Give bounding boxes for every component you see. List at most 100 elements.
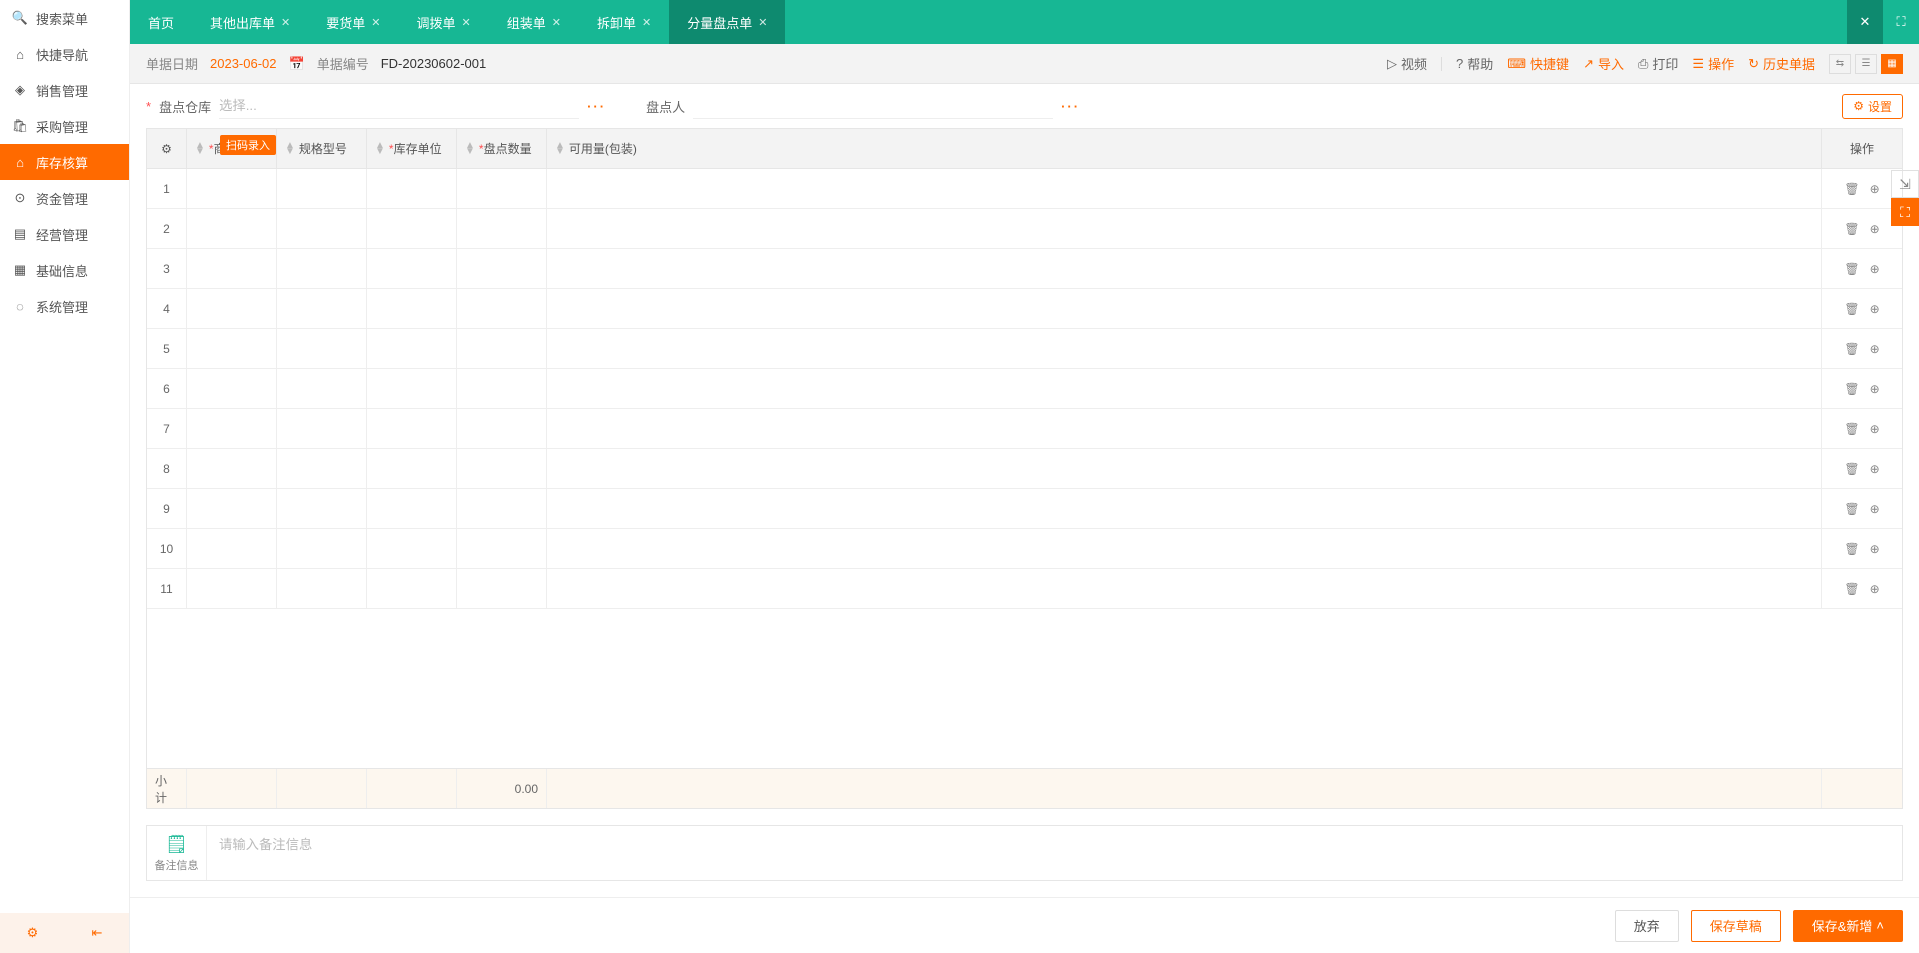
- close-icon[interactable]: ✕: [552, 16, 561, 29]
- delete-icon[interactable]: 🗑: [1844, 502, 1859, 516]
- discard-button[interactable]: 放弃: [1615, 910, 1679, 942]
- add-icon[interactable]: ⊕: [1870, 502, 1880, 516]
- tag-icon: ◈: [12, 82, 28, 98]
- tab[interactable]: 组装单✕: [489, 0, 579, 44]
- delete-icon[interactable]: 🗑: [1844, 542, 1859, 556]
- view-arrows[interactable]: ⇆: [1829, 54, 1851, 74]
- th-code[interactable]: ▲▼ *商品 扫码录入: [187, 129, 277, 168]
- tab[interactable]: 其他出库单✕: [192, 0, 308, 44]
- add-icon[interactable]: ⊕: [1870, 262, 1880, 276]
- table-row[interactable]: 10🗑⊕: [147, 529, 1902, 569]
- history-action[interactable]: ↻历史单据: [1748, 54, 1815, 73]
- delete-icon[interactable]: 🗑: [1844, 302, 1859, 316]
- close-icon[interactable]: ✕: [371, 16, 380, 29]
- help-action[interactable]: ?帮助: [1456, 54, 1493, 73]
- add-icon[interactable]: ⊕: [1870, 302, 1880, 316]
- delete-icon[interactable]: 🗑: [1844, 382, 1859, 396]
- gear-icon: ◌: [12, 298, 28, 314]
- sidebar-item-report[interactable]: ▤经营管理: [0, 216, 129, 252]
- table-row[interactable]: 7🗑⊕: [147, 409, 1902, 449]
- date-value[interactable]: 2023-06-02: [210, 56, 277, 71]
- close-icon[interactable]: ✕: [642, 16, 651, 29]
- shortcut-action[interactable]: ⌨快捷键: [1507, 54, 1569, 73]
- table-row[interactable]: 6🗑⊕: [147, 369, 1902, 409]
- tab-close-button[interactable]: ✕: [1847, 0, 1883, 44]
- sidebar-item-tag[interactable]: ◈销售管理: [0, 72, 129, 108]
- save-new-button[interactable]: 保存&新增˄: [1793, 910, 1903, 942]
- tab-fullscreen-button[interactable]: ⛶: [1883, 0, 1919, 44]
- add-icon[interactable]: ⊕: [1870, 182, 1880, 196]
- add-icon[interactable]: ⊕: [1870, 582, 1880, 596]
- add-icon[interactable]: ⊕: [1870, 342, 1880, 356]
- delete-icon[interactable]: 🗑: [1844, 222, 1859, 236]
- th-gear[interactable]: ⚙: [147, 129, 187, 168]
- delete-icon[interactable]: 🗑: [1844, 342, 1859, 356]
- view-list[interactable]: ☰: [1855, 54, 1877, 74]
- table-row[interactable]: 3🗑⊕: [147, 249, 1902, 289]
- table-row[interactable]: 4🗑⊕: [147, 289, 1902, 329]
- subtotal-label: 小计: [147, 769, 187, 808]
- sidebar-item-gear[interactable]: ◌系统管理: [0, 288, 129, 324]
- table-row[interactable]: 11 🗑 ⊕: [147, 569, 1902, 609]
- delete-icon[interactable]: 🗑: [1844, 422, 1859, 436]
- add-icon[interactable]: ⊕: [1870, 222, 1880, 236]
- video-action[interactable]: ▷视频: [1387, 54, 1427, 73]
- close-icon[interactable]: ✕: [758, 16, 767, 29]
- table-row[interactable]: 2🗑⊕: [147, 209, 1902, 249]
- delete-icon[interactable]: 🗑: [1844, 582, 1859, 596]
- print-action[interactable]: ⎙打印: [1638, 54, 1678, 73]
- import-action[interactable]: ↗导入: [1583, 54, 1624, 73]
- table-row[interactable]: 8🗑⊕: [147, 449, 1902, 489]
- add-icon[interactable]: ⊕: [1870, 382, 1880, 396]
- table-row[interactable]: 9🗑⊕: [147, 489, 1902, 529]
- add-icon[interactable]: ⊕: [1870, 542, 1880, 556]
- person-more-icon[interactable]: ···: [1061, 99, 1080, 114]
- collapse-icon[interactable]: ⇤: [91, 925, 102, 941]
- close-icon[interactable]: ✕: [281, 16, 290, 29]
- bag-icon: 🛍: [12, 118, 28, 134]
- search-icon: 🔍: [12, 10, 28, 26]
- th-spec[interactable]: ▲▼规格型号: [277, 129, 367, 168]
- table-row[interactable]: 1🗑⊕: [147, 169, 1902, 209]
- calendar-icon[interactable]: 📅: [289, 56, 305, 72]
- close-icon[interactable]: ✕: [462, 16, 471, 29]
- sidebar-item-money[interactable]: ⊙资金管理: [0, 180, 129, 216]
- warehouse-input[interactable]: [219, 93, 579, 119]
- add-icon[interactable]: ⊕: [1870, 422, 1880, 436]
- warehouse-more-icon[interactable]: ···: [587, 99, 606, 114]
- row-index: 11: [147, 569, 187, 608]
- settings-button[interactable]: ⚙ 设置: [1842, 94, 1903, 119]
- tab[interactable]: 首页: [130, 0, 192, 44]
- remark-input[interactable]: [207, 826, 1902, 880]
- th-avail[interactable]: ▲▼可用量(包装): [547, 129, 1822, 168]
- tab[interactable]: 要货单✕: [308, 0, 398, 44]
- person-input[interactable]: [693, 93, 1053, 119]
- tab[interactable]: 调拨单✕: [398, 0, 488, 44]
- shield-icon: ⌂: [12, 154, 28, 170]
- view-detail[interactable]: ▦: [1881, 54, 1903, 74]
- float-fullscreen-button[interactable]: ⛶: [1891, 198, 1919, 226]
- add-icon[interactable]: ⊕: [1870, 462, 1880, 476]
- remark-side: 🗒 备注信息: [147, 826, 207, 880]
- delete-icon[interactable]: 🗑: [1844, 462, 1859, 476]
- settings-icon[interactable]: ⚙: [27, 925, 39, 941]
- sidebar-item-home[interactable]: ⌂快捷导航: [0, 36, 129, 72]
- tab[interactable]: 分量盘点单✕: [669, 0, 785, 44]
- sidebar-item-shield[interactable]: ⌂库存核算: [0, 144, 129, 180]
- scan-badge[interactable]: 扫码录入: [220, 135, 276, 155]
- float-expand-button[interactable]: ⇲: [1891, 170, 1919, 198]
- help-icon: ?: [1456, 56, 1463, 71]
- sidebar-item-search[interactable]: 🔍搜索菜单: [0, 0, 129, 36]
- th-qty[interactable]: ▲▼*盘点数量: [457, 129, 547, 168]
- sidebar-item-bag[interactable]: 🛍采购管理: [0, 108, 129, 144]
- sidebar-item-label: 资金管理: [36, 189, 88, 208]
- delete-icon[interactable]: 🗑: [1844, 182, 1859, 196]
- operate-action[interactable]: ☰操作: [1692, 54, 1734, 73]
- th-unit[interactable]: ▲▼*库存单位: [367, 129, 457, 168]
- sidebar-item-detail[interactable]: ▦基础信息: [0, 252, 129, 288]
- save-draft-button[interactable]: 保存草稿: [1691, 910, 1781, 942]
- table-row[interactable]: 5🗑⊕: [147, 329, 1902, 369]
- delete-icon[interactable]: 🗑: [1844, 262, 1859, 276]
- main: 首页其他出库单✕要货单✕调拨单✕组装单✕拆卸单✕分量盘点单✕ ✕ ⛶ 单据日期 …: [130, 0, 1919, 953]
- tab[interactable]: 拆卸单✕: [579, 0, 669, 44]
